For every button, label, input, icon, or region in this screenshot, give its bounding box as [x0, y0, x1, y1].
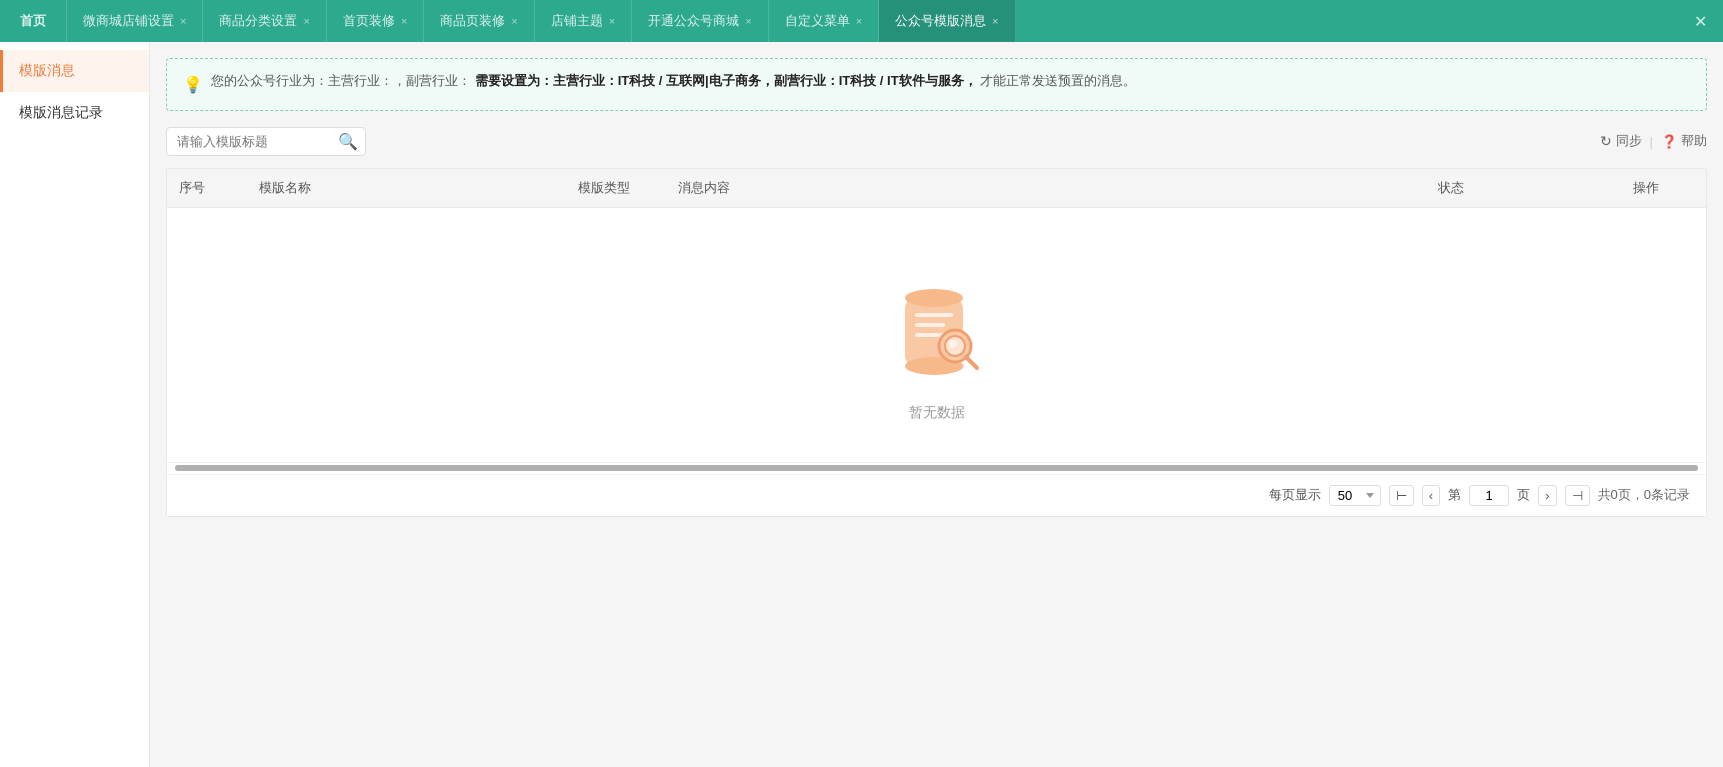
close-product-decoration-icon[interactable]: ×: [511, 15, 517, 27]
notice-text-before: 您的公众号行业为：主营行业：，副营行业：: [211, 73, 471, 88]
close-all-icon: ✕: [1694, 13, 1707, 30]
search-left: 🔍: [166, 127, 366, 156]
search-input[interactable]: [166, 127, 366, 156]
close-open-mall-icon[interactable]: ×: [745, 15, 751, 27]
col-header-content: 消息内容: [666, 169, 1426, 207]
sync-label: 同步: [1616, 132, 1642, 150]
notice-text-after: 才能正常发送预置的消息。: [980, 73, 1136, 88]
horizontal-scrollbar[interactable]: [167, 462, 1706, 474]
empty-state: 暂无数据: [167, 208, 1706, 462]
svg-line-9: [966, 357, 977, 368]
sidebar-item-template-msg-record[interactable]: 模版消息记录: [0, 92, 149, 134]
nav-tab-custom-menu[interactable]: 自定义菜单 ×: [769, 0, 879, 42]
nav-tab-category-settings-label: 商品分类设置: [219, 12, 297, 30]
total-info: 共0页，0条记录: [1598, 486, 1690, 504]
nav-tab-home-decoration-label: 首页装修: [343, 12, 395, 30]
nav-tab-product-decoration[interactable]: 商品页装修 ×: [424, 0, 534, 42]
nav-tab-shop-theme[interactable]: 店铺主题 ×: [535, 0, 632, 42]
nav-tab-open-mall-label: 开通公众号商城: [648, 12, 739, 30]
scrollbar-thumb[interactable]: [175, 465, 1698, 471]
col-header-action: 操作: [1586, 169, 1706, 207]
first-page-button[interactable]: ⊢: [1389, 485, 1414, 506]
search-button[interactable]: 🔍: [338, 132, 358, 151]
svg-point-2: [905, 289, 963, 307]
nav-tab-home-label: 首页: [20, 12, 46, 30]
col-header-type: 模版类型: [566, 169, 666, 207]
search-right: ↻ 同步 | ❓ 帮助: [1600, 132, 1707, 150]
page-size-select[interactable]: 50 10 20 100: [1329, 485, 1381, 506]
next-page-button[interactable]: ›: [1538, 485, 1556, 506]
nav-tab-shop-settings[interactable]: 微商城店铺设置 ×: [67, 0, 203, 42]
scrollbar-track[interactable]: [175, 465, 1698, 471]
close-category-settings-icon[interactable]: ×: [303, 15, 309, 27]
svg-rect-5: [915, 323, 945, 327]
close-template-msg-icon[interactable]: ×: [992, 15, 998, 27]
main-layout: 模版消息 模版消息记录 💡 您的公众号行业为：主营行业：，副营行业： 需要设置为…: [0, 42, 1723, 767]
sidebar-item-template-msg-record-label: 模版消息记录: [19, 104, 103, 120]
sidebar-item-template-msg-label: 模版消息: [19, 62, 75, 78]
nav-tab-home[interactable]: 首页: [0, 0, 67, 42]
close-shop-settings-icon[interactable]: ×: [180, 15, 186, 27]
notice-text: 您的公众号行业为：主营行业：，副营行业： 需要设置为：主营行业：IT科技 / 互…: [211, 71, 1136, 92]
current-page-input[interactable]: [1469, 485, 1509, 506]
nav-tab-product-decoration-label: 商品页装修: [440, 12, 505, 30]
nav-tab-shop-settings-label: 微商城店铺设置: [83, 12, 174, 30]
search-input-wrap: 🔍: [166, 127, 366, 156]
empty-text: 暂无数据: [909, 404, 965, 422]
nav-tab-template-msg-label: 公众号模版消息: [895, 12, 986, 30]
page-label-after: 页: [1517, 486, 1530, 504]
table-header: 序号 模版名称 模版类型 消息内容 状态 操作: [167, 169, 1706, 208]
svg-rect-4: [915, 313, 953, 317]
close-all-button[interactable]: ✕: [1678, 12, 1723, 31]
col-header-name: 模版名称: [247, 169, 566, 207]
page-label-before: 第: [1448, 486, 1461, 504]
nav-tab-custom-menu-label: 自定义菜单: [785, 12, 850, 30]
nav-tab-home-decoration[interactable]: 首页装修 ×: [327, 0, 424, 42]
divider: |: [1650, 134, 1653, 149]
data-table: 序号 模版名称 模版类型 消息内容 状态 操作: [166, 168, 1707, 517]
last-page-button[interactable]: ⊣: [1565, 485, 1590, 506]
close-home-decoration-icon[interactable]: ×: [401, 15, 407, 27]
top-nav: 首页 微商城店铺设置 × 商品分类设置 × 首页装修 × 商品页装修 × 店铺主…: [0, 0, 1723, 42]
help-label: 帮助: [1681, 132, 1707, 150]
prev-page-button[interactable]: ‹: [1422, 485, 1440, 506]
sync-icon: ↻: [1600, 133, 1612, 149]
col-header-seq: 序号: [167, 169, 247, 207]
sync-button[interactable]: ↻ 同步: [1600, 132, 1642, 150]
notice-highlight: 需要设置为：主营行业：IT科技 / 互联网|电子商务，副营行业：IT科技 / I…: [475, 73, 977, 88]
notice-banner: 💡 您的公众号行业为：主营行业：，副营行业： 需要设置为：主营行业：IT科技 /…: [166, 58, 1707, 111]
svg-point-10: [949, 340, 957, 348]
sidebar: 模版消息 模版消息记录: [0, 42, 150, 767]
help-button[interactable]: ❓ 帮助: [1661, 132, 1707, 150]
notice-icon: 💡: [183, 72, 203, 98]
pagination: 每页显示 50 10 20 100 ⊢ ‹ 第 页 › ⊣ 共0页，0条记录: [167, 474, 1706, 516]
empty-illustration: [877, 268, 997, 388]
close-shop-theme-icon[interactable]: ×: [609, 15, 615, 27]
close-custom-menu-icon[interactable]: ×: [856, 15, 862, 27]
nav-tab-category-settings[interactable]: 商品分类设置 ×: [203, 0, 326, 42]
sidebar-item-template-msg[interactable]: 模版消息: [0, 50, 149, 92]
content-area: 💡 您的公众号行业为：主营行业：，副营行业： 需要设置为：主营行业：IT科技 /…: [150, 42, 1723, 767]
search-bar: 🔍 ↻ 同步 | ❓ 帮助: [166, 127, 1707, 156]
col-header-status: 状态: [1426, 169, 1586, 207]
nav-tab-template-msg[interactable]: 公众号模版消息 ×: [879, 0, 1015, 42]
nav-tab-open-mall[interactable]: 开通公众号商城 ×: [632, 0, 768, 42]
help-icon: ❓: [1661, 134, 1677, 149]
page-size-label: 每页显示: [1269, 486, 1321, 504]
nav-tab-shop-theme-label: 店铺主题: [551, 12, 603, 30]
